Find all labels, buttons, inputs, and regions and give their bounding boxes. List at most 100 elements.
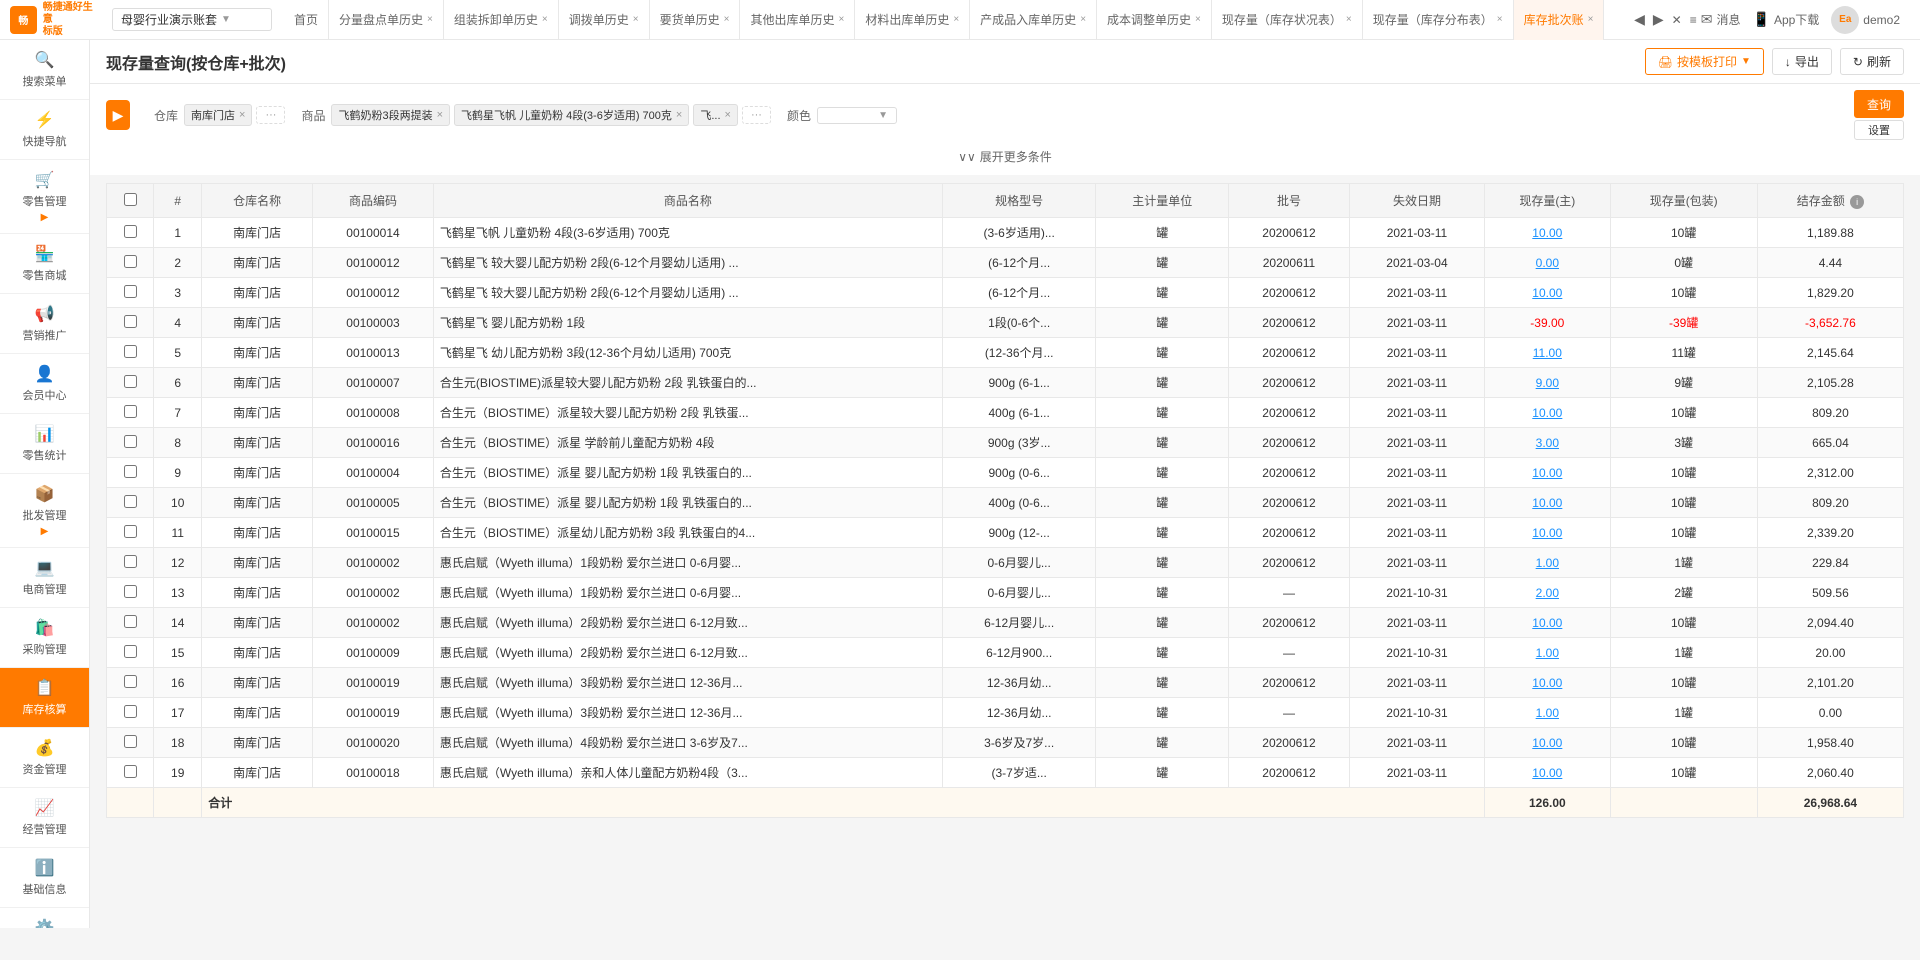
cell-qty-main[interactable]: 9.00 bbox=[1485, 368, 1610, 398]
product-tag-close-2[interactable]: × bbox=[725, 109, 731, 121]
tab-10[interactable]: 现存量（库存分布表）× bbox=[1363, 0, 1514, 40]
amount-info-icon[interactable]: i bbox=[1850, 195, 1864, 209]
tab-5[interactable]: 其他出库单历史× bbox=[740, 0, 855, 40]
product-tag-close-0[interactable]: × bbox=[437, 109, 443, 121]
tab-close-btn[interactable]: × bbox=[838, 14, 844, 25]
sidebar-item-库存核算[interactable]: 📋 库存核算 bbox=[0, 668, 89, 728]
cell-qty-main[interactable]: 10.00 bbox=[1485, 668, 1610, 698]
sidebar-item-零售商城[interactable]: 🏪 零售商城 bbox=[0, 234, 89, 294]
cell-qty-main[interactable]: 1.00 bbox=[1485, 698, 1610, 728]
tab-close-btn[interactable]: × bbox=[953, 14, 959, 25]
sidebar-item-搜索菜单[interactable]: 🔍 搜索菜单 bbox=[0, 40, 89, 100]
cell-qty-main[interactable]: 10.00 bbox=[1485, 218, 1610, 248]
message-btn[interactable]: ✉ 消息 bbox=[1701, 11, 1741, 28]
tab-3[interactable]: 调拨单历史× bbox=[559, 0, 650, 40]
cell-qty-main[interactable]: 10.00 bbox=[1485, 278, 1610, 308]
user-menu[interactable]: Ea demo2 bbox=[1831, 6, 1900, 34]
row-checkbox[interactable] bbox=[124, 675, 137, 688]
print-btn[interactable]: 🖨 按模板打印 ▼ bbox=[1645, 48, 1764, 75]
export-btn[interactable]: ↓ 导出 bbox=[1772, 48, 1832, 75]
cell-qty-main[interactable]: 3.00 bbox=[1485, 428, 1610, 458]
row-checkbox[interactable] bbox=[124, 255, 137, 268]
product-tag-close-1[interactable]: × bbox=[676, 109, 682, 121]
row-checkbox[interactable] bbox=[124, 375, 137, 388]
sidebar-item-会员中心[interactable]: 👤 会员中心 bbox=[0, 354, 89, 414]
tab-9[interactable]: 现存量（库存状况表）× bbox=[1212, 0, 1363, 40]
product-more-btn[interactable]: ··· bbox=[742, 106, 771, 124]
cell-qty-main[interactable]: 0.00 bbox=[1485, 248, 1610, 278]
row-checkbox[interactable] bbox=[124, 765, 137, 778]
tab-menu-btn[interactable]: ≡ bbox=[1686, 13, 1701, 27]
tab-close-btn[interactable]: × bbox=[724, 14, 730, 25]
tab-2[interactable]: 组装拆卸单历史× bbox=[444, 0, 559, 40]
tab-8[interactable]: 成本调整单历史× bbox=[1097, 0, 1212, 40]
sidebar-item-营销推广[interactable]: 📢 营销推广 bbox=[0, 294, 89, 354]
expand-more-btn[interactable]: ∨∨ 展开更多条件 bbox=[106, 144, 1904, 169]
tab-close-all-btn[interactable]: ✕ bbox=[1668, 13, 1686, 27]
cell-qty-main[interactable]: 10.00 bbox=[1485, 488, 1610, 518]
tab-next-btn[interactable]: ▶ bbox=[1649, 11, 1668, 28]
cell-qty-main[interactable]: 1.00 bbox=[1485, 638, 1610, 668]
tab-6[interactable]: 材料出库单历史× bbox=[855, 0, 970, 40]
select-all-checkbox[interactable] bbox=[124, 193, 137, 206]
row-checkbox[interactable] bbox=[124, 285, 137, 298]
sidebar-item-经营管理[interactable]: 📈 经营管理 bbox=[0, 788, 89, 848]
row-checkbox[interactable] bbox=[124, 615, 137, 628]
row-checkbox[interactable] bbox=[124, 735, 137, 748]
cell-qty-main[interactable]: -39.00 bbox=[1485, 308, 1610, 338]
app-download-btn[interactable]: 📱 App下载 bbox=[1753, 11, 1820, 28]
tab-close-btn[interactable]: × bbox=[633, 14, 639, 25]
tab-close-btn[interactable]: × bbox=[1588, 14, 1594, 25]
tab-7[interactable]: 产成品入库单历史× bbox=[970, 0, 1097, 40]
tab-close-btn[interactable]: × bbox=[1346, 14, 1352, 25]
tenant-selector[interactable]: 母婴行业演示账套 ▼ bbox=[112, 8, 272, 31]
cell-qty-main[interactable]: 10.00 bbox=[1485, 518, 1610, 548]
tab-close-btn[interactable]: × bbox=[1497, 14, 1503, 25]
cell-qty-main[interactable]: 2.00 bbox=[1485, 578, 1610, 608]
refresh-btn[interactable]: ↻ 刷新 bbox=[1840, 48, 1904, 75]
color-select[interactable]: ▼ bbox=[817, 107, 897, 124]
cell-qty-main[interactable]: 10.00 bbox=[1485, 728, 1610, 758]
row-checkbox[interactable] bbox=[124, 465, 137, 478]
sidebar-item-基础信息[interactable]: ℹ️ 基础信息 bbox=[0, 848, 89, 908]
filter-more-btn[interactable]: ··· bbox=[256, 106, 285, 124]
warehouse-tag-close[interactable]: × bbox=[239, 109, 245, 121]
row-checkbox[interactable] bbox=[124, 555, 137, 568]
settings-btn[interactable]: 设置 bbox=[1854, 120, 1904, 140]
cell-qty-main[interactable]: 10.00 bbox=[1485, 608, 1610, 638]
sidebar-item-电商管理[interactable]: 💻 电商管理 bbox=[0, 548, 89, 608]
sidebar-item-资金管理[interactable]: 💰 资金管理 bbox=[0, 728, 89, 788]
row-checkbox[interactable] bbox=[124, 345, 137, 358]
row-checkbox[interactable] bbox=[124, 495, 137, 508]
row-checkbox[interactable] bbox=[124, 585, 137, 598]
tab-0[interactable]: 首页 bbox=[284, 0, 329, 40]
tab-11[interactable]: 库存批次账× bbox=[1514, 0, 1605, 40]
sidebar-item-采购管理[interactable]: 🛍️ 采购管理 bbox=[0, 608, 89, 668]
row-checkbox[interactable] bbox=[124, 525, 137, 538]
tab-close-btn[interactable]: × bbox=[1195, 14, 1201, 25]
row-checkbox[interactable] bbox=[124, 705, 137, 718]
tab-prev-btn[interactable]: ◀ bbox=[1630, 11, 1649, 28]
cell-qty-main[interactable]: 10.00 bbox=[1485, 758, 1610, 788]
row-checkbox[interactable] bbox=[124, 435, 137, 448]
tab-close-btn[interactable]: × bbox=[427, 14, 433, 25]
cell-qty-main[interactable]: 10.00 bbox=[1485, 458, 1610, 488]
cell-qty-main[interactable]: 1.00 bbox=[1485, 548, 1610, 578]
tab-close-btn[interactable]: × bbox=[542, 14, 548, 25]
sidebar-item-批发管理[interactable]: 📦 批发管理 ▶ bbox=[0, 474, 89, 548]
row-checkbox[interactable] bbox=[124, 645, 137, 658]
sidebar-item-快捷导航[interactable]: ⚡ 快捷导航 bbox=[0, 100, 89, 160]
row-checkbox[interactable] bbox=[124, 315, 137, 328]
filter-toggle-btn[interactable]: ▶ bbox=[106, 100, 130, 130]
sidebar-item-零售统计[interactable]: 📊 零售统计 bbox=[0, 414, 89, 474]
tab-1[interactable]: 分量盘点单历史× bbox=[329, 0, 444, 40]
sidebar-item-零售管理[interactable]: 🛒 零售管理 ▶ bbox=[0, 160, 89, 234]
tab-close-btn[interactable]: × bbox=[1080, 14, 1086, 25]
cell-qty-main[interactable]: 11.00 bbox=[1485, 338, 1610, 368]
row-checkbox[interactable] bbox=[124, 405, 137, 418]
row-checkbox[interactable] bbox=[124, 225, 137, 238]
cell-qty-main[interactable]: 10.00 bbox=[1485, 398, 1610, 428]
query-btn[interactable]: 查询 bbox=[1854, 90, 1904, 118]
sidebar-item-系统管理[interactable]: ⚙️ 系统管理 bbox=[0, 908, 89, 928]
tab-4[interactable]: 要货单历史× bbox=[650, 0, 741, 40]
